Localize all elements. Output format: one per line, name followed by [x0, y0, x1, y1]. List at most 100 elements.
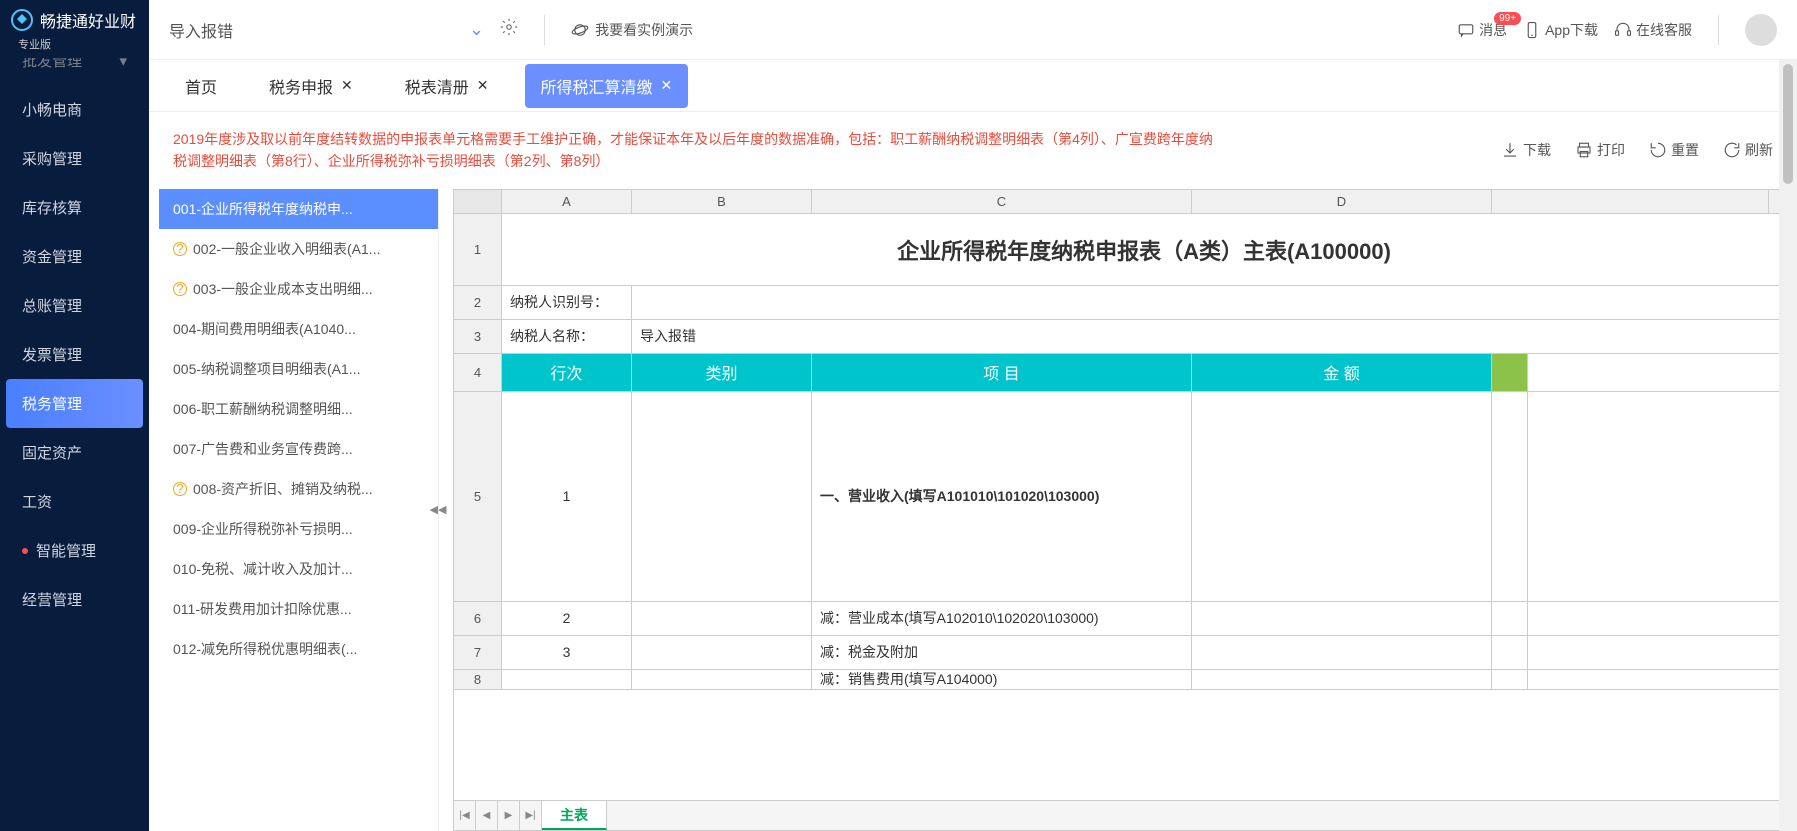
- reset-button[interactable]: 重置: [1649, 140, 1699, 160]
- row-head-4[interactable]: 4: [454, 354, 502, 391]
- nav-item-1[interactable]: 小畅电商: [0, 85, 149, 134]
- row-head-2[interactable]: 2: [454, 286, 502, 319]
- cell-a3[interactable]: 纳税人名称：: [502, 320, 632, 353]
- download-button[interactable]: 下载: [1501, 140, 1551, 160]
- cell-b5[interactable]: [632, 392, 812, 601]
- header-b[interactable]: 类别: [632, 354, 812, 391]
- sheet-nav-prev[interactable]: ◀: [476, 801, 498, 830]
- question-icon: ?: [173, 482, 187, 496]
- cell-b6[interactable]: [632, 602, 812, 635]
- col-head-c[interactable]: C: [812, 190, 1192, 213]
- cell-b2[interactable]: [632, 286, 1786, 319]
- sheet-nav-last[interactable]: ▶|: [520, 801, 542, 830]
- refresh-button[interactable]: 刷新: [1723, 140, 1773, 160]
- chevron-down-icon[interactable]: ⌄: [469, 19, 484, 40]
- nav-item-8[interactable]: 固定资产: [0, 428, 149, 477]
- form-item-2[interactable]: ?003-一般企业成本支出明细...: [159, 269, 438, 309]
- cell-e8[interactable]: [1492, 670, 1528, 689]
- content: 001-企业所得税年度纳税申... ?002-一般企业收入明细表(A1... ?…: [149, 189, 1797, 831]
- reset-icon: [1649, 141, 1667, 159]
- nav-item-3[interactable]: 库存核算: [0, 183, 149, 232]
- cell-c7[interactable]: 减：税金及附加: [812, 636, 1192, 669]
- row-head-1[interactable]: 1: [454, 214, 502, 285]
- tab-2[interactable]: 税表清册✕: [389, 64, 505, 108]
- cell-c8[interactable]: 减：销售费用(填写A104000): [812, 670, 1192, 689]
- main-scrollbar[interactable]: [1779, 60, 1797, 831]
- row-head-3[interactable]: 3: [454, 320, 502, 353]
- form-item-1[interactable]: ?002-一般企业收入明细表(A1...: [159, 229, 438, 269]
- nav-item-4[interactable]: 资金管理: [0, 232, 149, 281]
- cell-e7[interactable]: [1492, 636, 1528, 669]
- sheet-nav-first[interactable]: |◀: [454, 801, 476, 830]
- cell-d7[interactable]: [1192, 636, 1492, 669]
- col-head-d[interactable]: D: [1192, 190, 1492, 213]
- nav-item-6[interactable]: 发票管理: [0, 330, 149, 379]
- collapse-handle[interactable]: ◀◀: [431, 490, 445, 530]
- form-item-4[interactable]: 005-纳税调整项目明细表(A1...: [159, 349, 438, 389]
- cell-c5[interactable]: 一、营业收入(填写A101010\101020\103000): [812, 392, 1192, 601]
- nav-item-7[interactable]: 税务管理: [6, 379, 143, 428]
- demo-link[interactable]: 我要看实例演示: [571, 20, 693, 40]
- nav-item-5[interactable]: 总账管理: [0, 281, 149, 330]
- nav-item-0[interactable]: 批发管理▾: [0, 58, 149, 85]
- header-a[interactable]: 行次: [502, 354, 632, 391]
- cell-c6[interactable]: 减：营业成本(填写A102010\102020\103000): [812, 602, 1192, 635]
- nav-item-10[interactable]: 智能管理: [0, 526, 149, 575]
- close-icon[interactable]: ✕: [661, 77, 673, 94]
- form-item-5[interactable]: 006-职工薪酬纳税调整明细...: [159, 389, 438, 429]
- row-head-5[interactable]: 5: [454, 392, 502, 601]
- sheet-title[interactable]: 企业所得税年度纳税申报表（A类）主表(A100000): [502, 214, 1786, 286]
- cell-a5[interactable]: 1: [502, 392, 632, 601]
- cell-e5[interactable]: [1492, 392, 1528, 601]
- cell-a7[interactable]: 3: [502, 636, 632, 669]
- logo: 畅捷通好业财: [0, 0, 149, 36]
- form-item-7[interactable]: ?008-资产折旧、摊销及纳税...: [159, 469, 438, 509]
- form-item-10[interactable]: 011-研发费用加计扣除优惠...: [159, 589, 438, 629]
- cell-b7[interactable]: [632, 636, 812, 669]
- nav-item-9[interactable]: 工资: [0, 477, 149, 526]
- form-item-0[interactable]: 001-企业所得税年度纳税申...: [159, 189, 438, 229]
- form-item-9[interactable]: 010-免税、减计收入及加计...: [159, 549, 438, 589]
- cell-d5[interactable]: [1192, 392, 1492, 601]
- form-item-3[interactable]: 004-期间费用明细表(A1040...: [159, 309, 438, 349]
- cell-e6[interactable]: [1492, 602, 1528, 635]
- cell-a2[interactable]: 纳税人识别号：: [502, 286, 632, 319]
- nav: 批发管理▾ 小畅电商 采购管理 库存核算 资金管理 总账管理 发票管理 税务管理…: [0, 58, 149, 831]
- gear-icon[interactable]: [500, 18, 518, 41]
- row-head-7[interactable]: 7: [454, 636, 502, 669]
- nav-item-11[interactable]: 经营管理: [0, 575, 149, 624]
- row-head-8[interactable]: 8: [454, 670, 502, 689]
- cell-a6[interactable]: 2: [502, 602, 632, 635]
- form-item-8[interactable]: 009-企业所得税弥补亏损明...: [159, 509, 438, 549]
- cell-d8[interactable]: [1192, 670, 1492, 689]
- cell-a8[interactable]: [502, 670, 632, 689]
- col-head-b[interactable]: B: [632, 190, 812, 213]
- print-button[interactable]: 打印: [1575, 140, 1625, 160]
- header-c[interactable]: 项 目: [812, 354, 1192, 391]
- sheet-body: 1 企业所得税年度纳税申报表（A类）主表(A100000) 2 纳税人识别号： …: [454, 214, 1786, 800]
- form-item-11[interactable]: 012-减免所得税优惠明细表(...: [159, 629, 438, 669]
- avatar[interactable]: [1745, 14, 1777, 46]
- close-icon[interactable]: ✕: [477, 77, 489, 94]
- support-button[interactable]: 在线客服: [1614, 20, 1692, 40]
- row-head-6[interactable]: 6: [454, 602, 502, 635]
- sheet-tab-main[interactable]: 主表: [542, 801, 607, 830]
- cell-b3[interactable]: 导入报错: [632, 320, 1786, 353]
- headset-icon: [1614, 21, 1632, 39]
- sheet-nav-next[interactable]: ▶: [498, 801, 520, 830]
- tab-home[interactable]: 首页: [169, 64, 233, 108]
- sheet-corner[interactable]: [454, 190, 502, 213]
- cell-b8[interactable]: [632, 670, 812, 689]
- form-item-6[interactable]: 007-广告费和业务宣传费跨...: [159, 429, 438, 469]
- tab-1[interactable]: 税务申报✕: [253, 64, 369, 108]
- brand-logo-icon: [10, 8, 34, 32]
- message-button[interactable]: 消息 99+: [1457, 20, 1507, 40]
- cell-d6[interactable]: [1192, 602, 1492, 635]
- col-head-a[interactable]: A: [502, 190, 632, 213]
- header-d[interactable]: 金 额: [1192, 354, 1492, 391]
- tab-3[interactable]: 所得税汇算清缴✕: [525, 64, 689, 108]
- close-icon[interactable]: ✕: [341, 77, 353, 94]
- header-e[interactable]: [1492, 354, 1528, 391]
- nav-item-2[interactable]: 采购管理: [0, 134, 149, 183]
- app-download-button[interactable]: App下载: [1523, 20, 1598, 40]
